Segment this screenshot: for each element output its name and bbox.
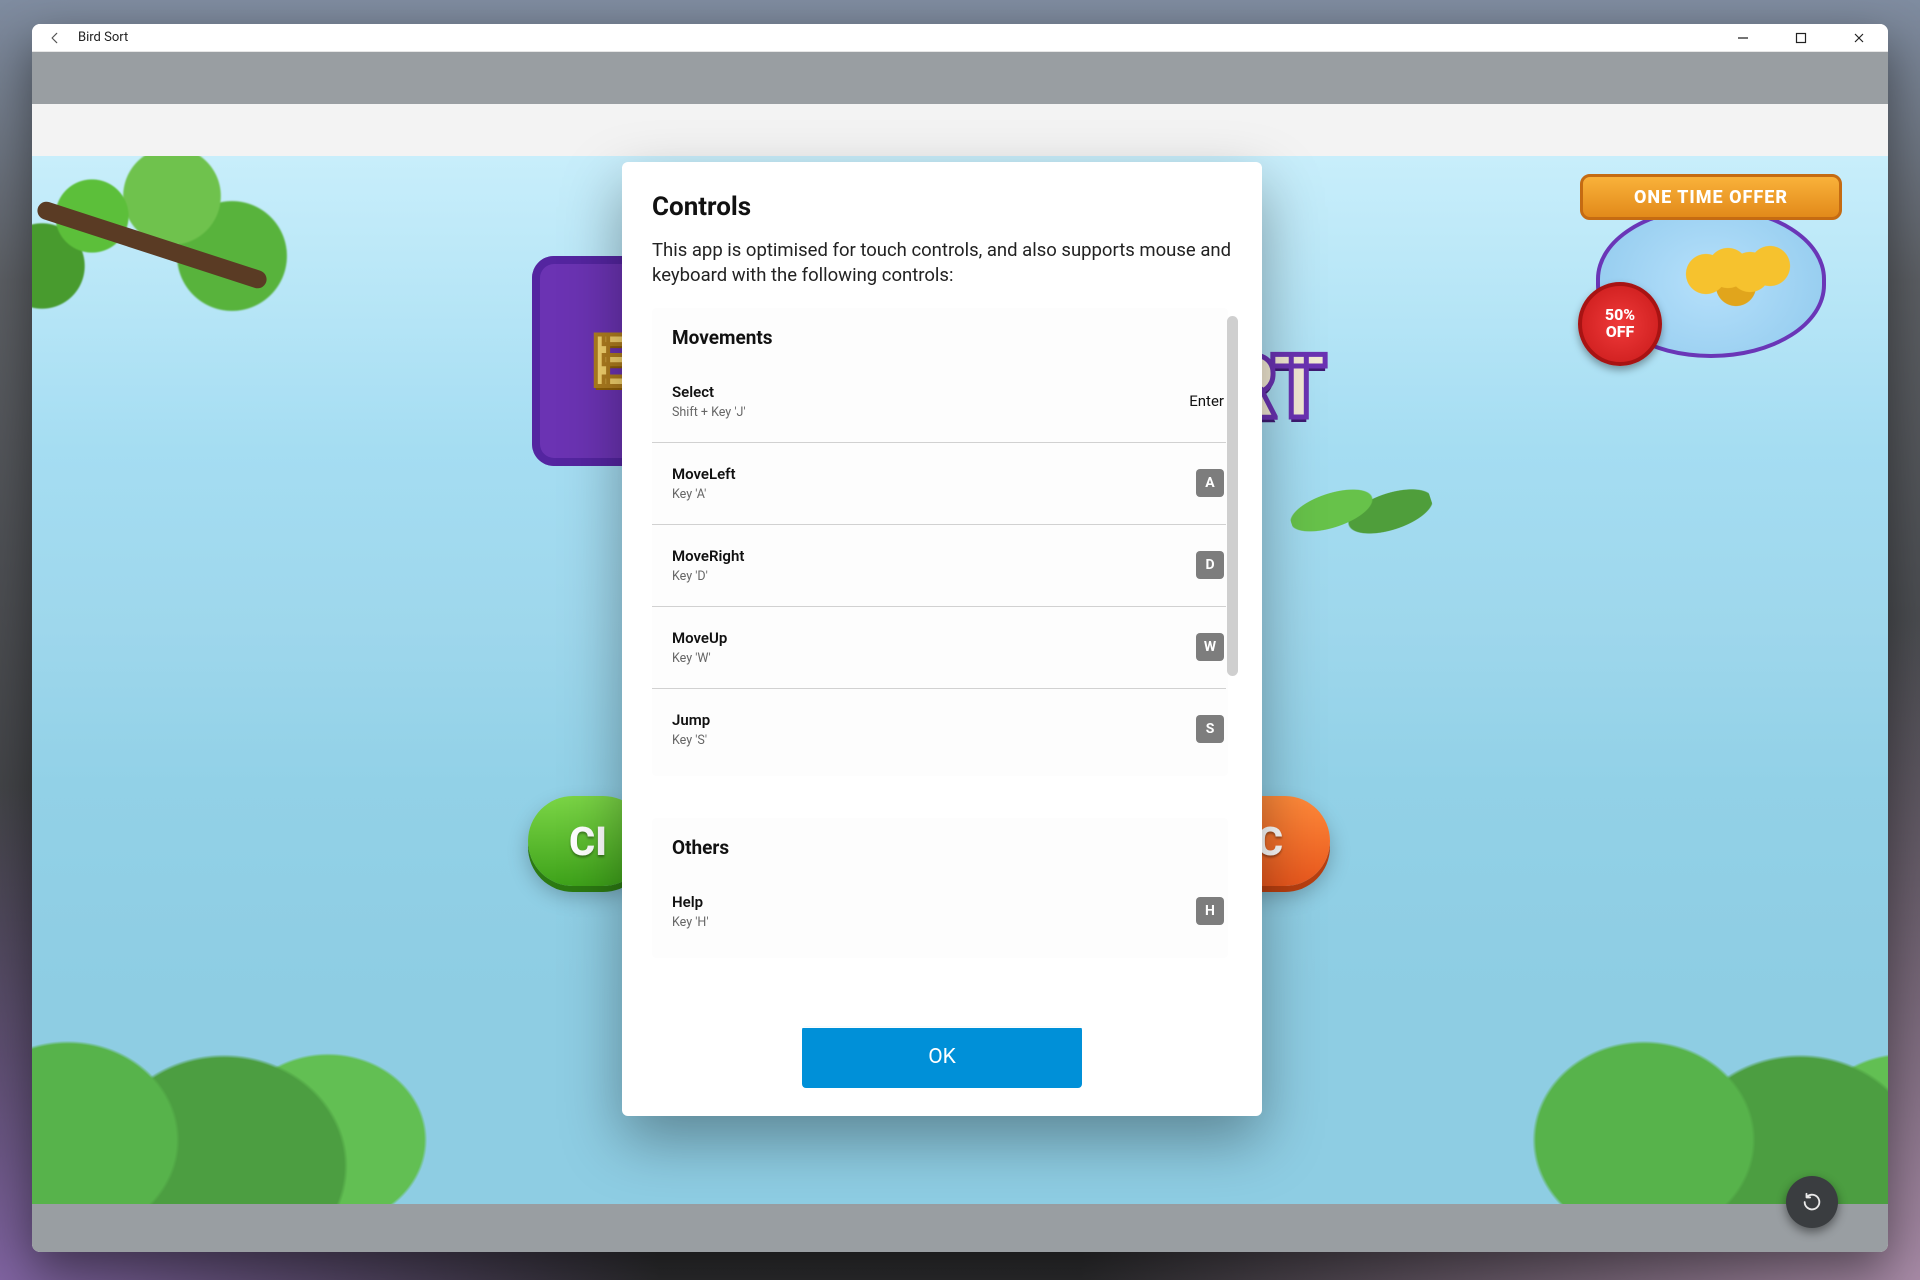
control-row: Help Key 'H' H xyxy=(652,871,1226,952)
offer-banner: ONE TIME OFFER xyxy=(1580,174,1842,220)
control-name: MoveRight xyxy=(672,547,744,565)
control-name: Help xyxy=(672,893,709,911)
control-name: MoveUp xyxy=(672,629,727,647)
window-controls xyxy=(1714,24,1888,51)
controls-section: Others Help Key 'H' H xyxy=(652,818,1228,958)
scrollbar[interactable] xyxy=(1227,316,1238,866)
control-hint: Shift + Key 'J' xyxy=(672,405,746,420)
palm-decoration xyxy=(1286,462,1439,566)
control-name: MoveLeft xyxy=(672,465,736,483)
control-key: Enter xyxy=(1189,392,1224,410)
bottom-strip xyxy=(32,1204,1888,1252)
controls-scroll-area[interactable]: Movements Select Shift + Key 'J' Enter MoveL… xyxy=(652,308,1232,1000)
ok-button[interactable]: OK xyxy=(802,1026,1082,1088)
control-key: A xyxy=(1196,469,1224,497)
maximize-button[interactable] xyxy=(1772,24,1830,51)
bush-left xyxy=(32,984,432,1204)
foliage-decoration xyxy=(32,156,332,386)
control-name: Jump xyxy=(672,711,710,729)
green-button-visible-text: CI xyxy=(569,818,607,865)
control-key: D xyxy=(1196,551,1224,579)
close-button[interactable] xyxy=(1830,24,1888,51)
controls-scroll-wrap: Movements Select Shift + Key 'J' Enter MoveL… xyxy=(652,308,1232,1000)
control-row-left: MoveLeft Key 'A' xyxy=(672,465,736,502)
dialog-subtitle: This app is optimised for touch controls… xyxy=(652,238,1232,288)
maximize-icon xyxy=(1795,32,1807,44)
control-hint: Key 'S' xyxy=(672,733,710,748)
control-hint: Key 'W' xyxy=(672,651,727,666)
app-window: Bird Sort E RT CI C ONE TIME xyxy=(32,24,1888,1252)
scrollbar-thumb[interactable] xyxy=(1227,316,1238,676)
control-hint: Key 'H' xyxy=(672,915,709,930)
control-hint: Key 'D' xyxy=(672,569,744,584)
back-button[interactable] xyxy=(32,24,78,51)
reload-fab[interactable] xyxy=(1786,1176,1838,1228)
scroll-fade xyxy=(622,996,1262,1028)
back-arrow-icon xyxy=(48,31,62,45)
section-title: Others xyxy=(652,834,1226,871)
control-row: Jump Key 'S' S xyxy=(652,689,1226,770)
control-row: MoveUp Key 'W' W xyxy=(652,607,1226,689)
control-row: MoveRight Key 'D' D xyxy=(652,525,1226,607)
coins-icon xyxy=(1676,230,1806,312)
dialog-title: Controls xyxy=(652,192,1232,222)
controls-dialog: Controls This app is optimised for touch… xyxy=(622,162,1262,1116)
bush-right xyxy=(1488,984,1888,1204)
one-time-offer[interactable]: ONE TIME OFFER 50% OFF xyxy=(1580,174,1842,372)
control-row-left: Select Shift + Key 'J' xyxy=(672,383,746,420)
offer-discount-badge: 50% OFF xyxy=(1578,282,1662,366)
control-row-left: MoveUp Key 'W' xyxy=(672,629,727,666)
window-title: Bird Sort xyxy=(78,30,128,45)
control-key: S xyxy=(1196,715,1224,743)
control-name: Select xyxy=(672,383,746,401)
minimize-button[interactable] xyxy=(1714,24,1772,51)
offer-badge-line2: OFF xyxy=(1605,324,1635,341)
toolbar-strip xyxy=(32,52,1888,104)
control-row-left: Jump Key 'S' xyxy=(672,711,710,748)
controls-section: Movements Select Shift + Key 'J' Enter MoveL… xyxy=(652,308,1228,776)
close-icon xyxy=(1853,32,1865,44)
control-key: W xyxy=(1196,633,1224,661)
titlebar: Bird Sort xyxy=(32,24,1888,52)
control-row: MoveLeft Key 'A' A xyxy=(652,443,1226,525)
control-row-left: Help Key 'H' xyxy=(672,893,709,930)
control-row: Select Shift + Key 'J' Enter xyxy=(652,361,1226,443)
control-key: H xyxy=(1196,897,1224,925)
minimize-icon xyxy=(1737,32,1749,44)
reload-icon xyxy=(1801,1191,1823,1213)
control-hint: Key 'A' xyxy=(672,487,736,502)
control-row-left: MoveRight Key 'D' xyxy=(672,547,744,584)
section-title: Movements xyxy=(652,324,1226,361)
